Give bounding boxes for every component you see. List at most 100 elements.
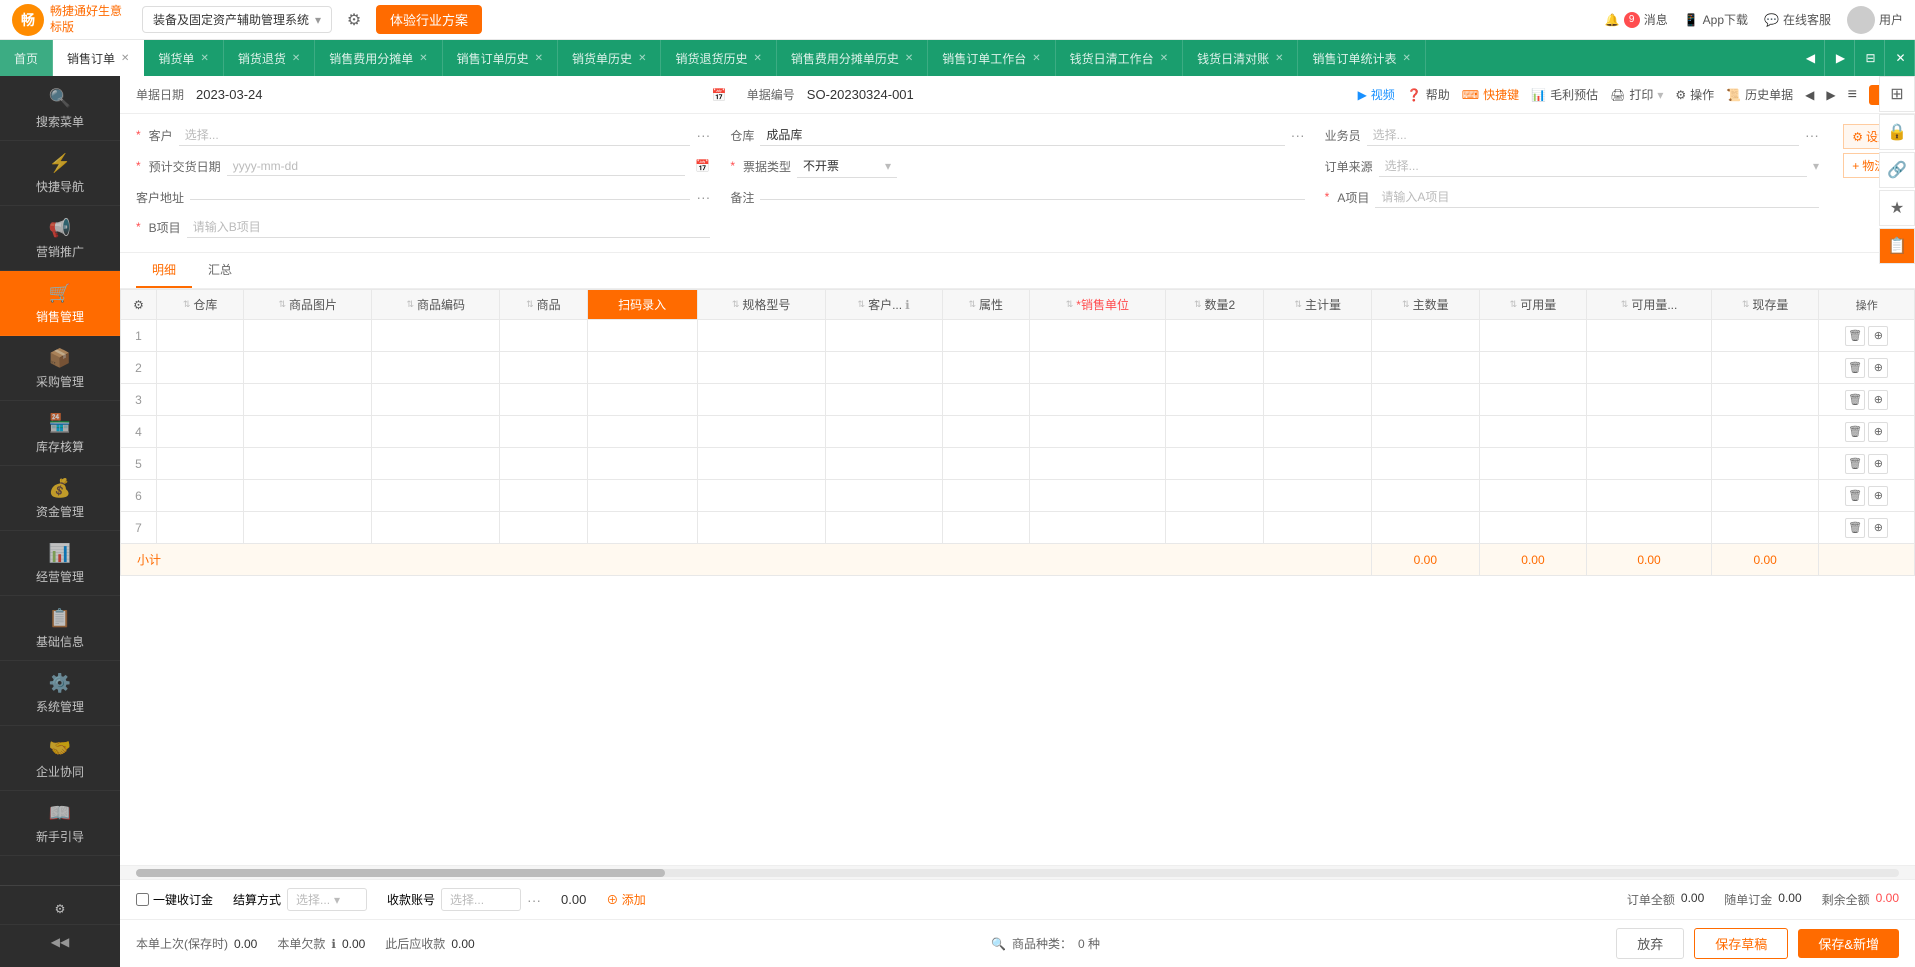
close-icon[interactable]: ✕ — [121, 53, 129, 64]
sidebar-item-marketing[interactable]: 📢 营销推广 — [0, 206, 120, 271]
print-btn[interactable]: 🖨 打印 ▾ — [1610, 86, 1663, 103]
close-icon[interactable]: ✕ — [1160, 53, 1168, 64]
cell-product[interactable] — [500, 384, 587, 416]
cell-warehouse[interactable] — [157, 416, 244, 448]
list-view-btn[interactable]: ≡ — [1848, 86, 1857, 104]
cell-warehouse[interactable] — [157, 448, 244, 480]
sidebar-item-sales[interactable]: 🛒 销售管理 — [0, 271, 120, 336]
tab-order-history[interactable]: 销售订单历史 ✕ — [443, 40, 558, 76]
sidebar-item-base[interactable]: 📋 基础信息 — [0, 596, 120, 661]
system-title[interactable]: 装备及固定资产辅助管理系统 ▾ — [142, 6, 332, 33]
cell-spec[interactable] — [697, 320, 825, 352]
cell-customer-code[interactable] — [825, 480, 942, 512]
delete-icon[interactable]: 🗑 — [1845, 326, 1865, 346]
side-star-btn[interactable]: ★ — [1879, 190, 1915, 226]
cell-current[interactable] — [1711, 416, 1819, 448]
cell-customer-code[interactable] — [825, 512, 942, 544]
table-row[interactable]: 5 🗑 ⊕ — [121, 448, 1915, 480]
tab-expense-history[interactable]: 销售费用分摊单历史 ✕ — [777, 40, 928, 76]
cell-available[interactable] — [1479, 352, 1587, 384]
tab-close-all-btn[interactable]: ✕ — [1887, 40, 1915, 76]
sidebar-item-finance[interactable]: 💰 资金管理 — [0, 466, 120, 531]
cell-scan[interactable] — [587, 448, 697, 480]
customer-address-input[interactable] — [190, 195, 690, 200]
cell-warehouse[interactable] — [157, 480, 244, 512]
table-row[interactable]: 1 🗑 ⊕ — [121, 320, 1915, 352]
notification-btn[interactable]: 🔔 9 消息 — [1605, 11, 1668, 28]
account-ellipsis-icon[interactable]: ··· — [527, 892, 541, 908]
close-icon[interactable]: ✕ — [1032, 53, 1040, 64]
table-row[interactable]: 2 🗑 ⊕ — [121, 352, 1915, 384]
delete-icon[interactable]: 🗑 — [1845, 486, 1865, 506]
tab-home[interactable]: 首页 — [0, 40, 53, 76]
cell-available2[interactable] — [1587, 352, 1712, 384]
calendar-icon[interactable]: 📅 — [695, 159, 710, 173]
one-click-checkbox[interactable]: 一键收订金 — [136, 891, 213, 908]
cell-unit[interactable] — [1029, 384, 1165, 416]
payment-select[interactable]: 选择... ▾ — [287, 888, 367, 911]
cell-action[interactable]: 🗑 ⊕ — [1819, 512, 1915, 544]
cell-customer-code[interactable] — [825, 352, 942, 384]
calendar-icon[interactable]: 📅 — [712, 88, 727, 102]
table-settings-icon[interactable]: ⚙ — [133, 298, 144, 312]
customer-input[interactable]: 选择... — [179, 124, 691, 146]
side-grid-btn[interactable]: ⊞ — [1879, 76, 1915, 112]
cell-available2[interactable] — [1587, 384, 1712, 416]
tab-return-history[interactable]: 销货退货历史 ✕ — [661, 40, 776, 76]
cell-product-image[interactable] — [244, 448, 372, 480]
cell-main-qty[interactable] — [1372, 384, 1480, 416]
cell-attribute[interactable] — [942, 512, 1029, 544]
cell-available2[interactable] — [1587, 480, 1712, 512]
cell-attribute[interactable] — [942, 384, 1029, 416]
view-video-btn[interactable]: ▶ 视频 — [1358, 86, 1395, 103]
cell-main-qty[interactable] — [1372, 352, 1480, 384]
cell-product-code[interactable] — [372, 480, 500, 512]
cell-available[interactable] — [1479, 480, 1587, 512]
tab-daily-workbench[interactable]: 钱货日清工作台 ✕ — [1056, 40, 1183, 76]
cell-customer-code[interactable] — [825, 384, 942, 416]
b-project-input[interactable]: 请输入B项目 — [187, 216, 711, 238]
tab-sales-bill[interactable]: 销货单 ✕ — [144, 40, 223, 76]
cell-product[interactable] — [500, 448, 587, 480]
cell-scan[interactable] — [587, 352, 697, 384]
copy-icon[interactable]: ⊕ — [1868, 422, 1888, 442]
address-ellipsis-icon[interactable]: ··· — [696, 189, 710, 205]
cell-qty2[interactable] — [1165, 320, 1264, 352]
app-download-btn[interactable]: 📱 App下载 — [1684, 11, 1748, 28]
cell-product-image[interactable] — [244, 320, 372, 352]
cell-available[interactable] — [1479, 384, 1587, 416]
cell-main-qty[interactable] — [1372, 448, 1480, 480]
a-project-input[interactable]: 请输入A项目 — [1375, 186, 1819, 208]
cell-product-code[interactable] — [372, 512, 500, 544]
delete-icon[interactable]: 🗑 — [1845, 518, 1865, 538]
cell-product-code[interactable] — [372, 320, 500, 352]
th-warehouse[interactable]: ⇅仓库 — [157, 290, 244, 320]
cell-action[interactable]: 🗑 ⊕ — [1819, 448, 1915, 480]
scrollbar-thumb[interactable] — [136, 869, 665, 877]
cell-scan[interactable] — [587, 512, 697, 544]
warehouse-ellipsis-icon[interactable]: ··· — [1291, 127, 1305, 143]
nav-prev-btn[interactable]: ◀ — [1805, 88, 1814, 102]
shortcut-btn[interactable]: ⌨ 快捷键 — [1462, 86, 1519, 103]
order-source-input[interactable]: 选择... — [1379, 155, 1807, 177]
cell-current[interactable] — [1711, 384, 1819, 416]
cell-customer-code[interactable] — [825, 320, 942, 352]
cell-customer-code[interactable] — [825, 416, 942, 448]
cell-unit[interactable] — [1029, 320, 1165, 352]
th-product[interactable]: ⇅商品 — [500, 290, 587, 320]
cell-product[interactable] — [500, 416, 587, 448]
cell-product-code[interactable] — [372, 448, 500, 480]
tab-sales-stats[interactable]: 销售订单统计表 ✕ — [1298, 40, 1425, 76]
ticket-type-select[interactable]: 不开票 ▾ — [797, 154, 897, 178]
cell-warehouse[interactable] — [157, 352, 244, 384]
note-input[interactable] — [760, 195, 1304, 200]
cell-unit[interactable] — [1029, 448, 1165, 480]
th-unit[interactable]: ⇅*销售单位 — [1029, 290, 1165, 320]
th-product-code[interactable]: ⇅商品编码 — [372, 290, 500, 320]
close-icon[interactable]: ✕ — [535, 53, 543, 64]
sidebar-item-enterprise[interactable]: 🤝 企业协同 — [0, 726, 120, 791]
save-draft-button[interactable]: 保存草稿 — [1694, 928, 1788, 959]
th-available[interactable]: ⇅可用量 — [1479, 290, 1587, 320]
close-icon[interactable]: ✕ — [1403, 53, 1411, 64]
cell-attribute[interactable] — [942, 416, 1029, 448]
